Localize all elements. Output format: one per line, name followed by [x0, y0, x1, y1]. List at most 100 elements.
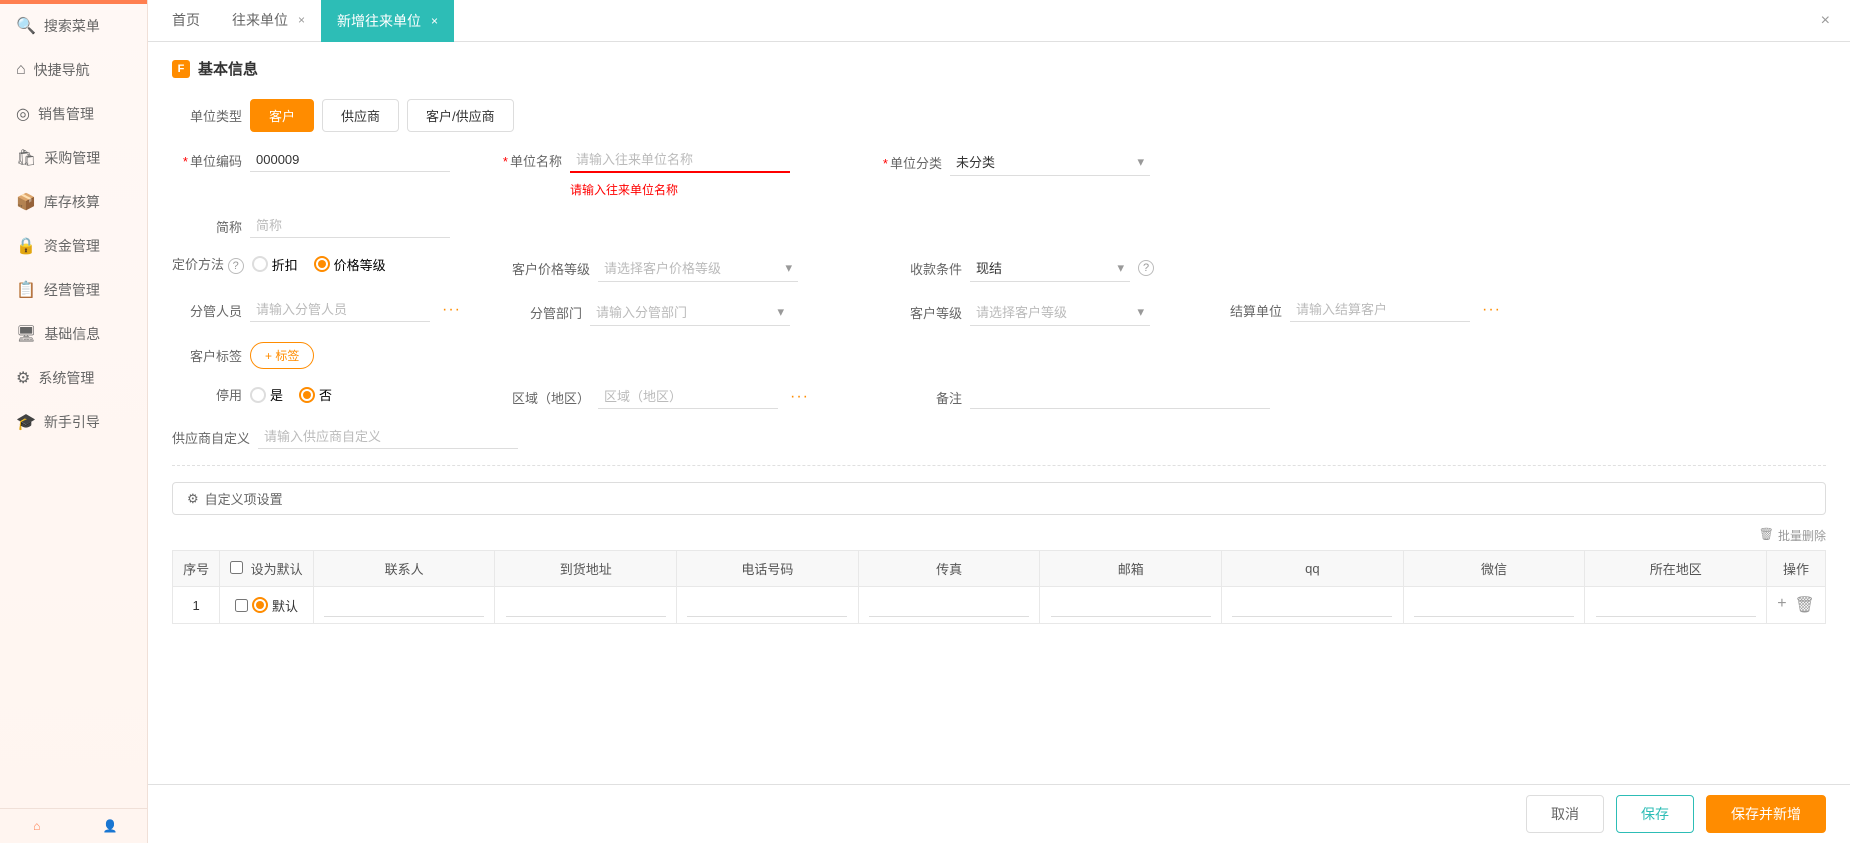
- sidebar-item-finance[interactable]: 🔒 资金管理: [0, 224, 147, 268]
- batch-delete-area: 🗑 批量删除: [172, 527, 1826, 544]
- qq-input[interactable]: [1232, 593, 1392, 617]
- sidebar-item-operations[interactable]: 📋 经营管理: [0, 268, 147, 312]
- tag-row: 客户标签 + 标签: [172, 342, 1826, 369]
- custom-settings-btn[interactable]: ⚙ 自定义项设置: [172, 482, 1826, 515]
- region-label: 区域（地区）: [512, 388, 590, 407]
- row-wechat: [1403, 587, 1585, 624]
- sidebar-item-purchase[interactable]: 🛍 采购管理: [0, 136, 147, 180]
- default-radio-circle: [252, 597, 268, 613]
- pricing-help-icon[interactable]: ?: [228, 258, 244, 274]
- type-btn-customer[interactable]: 客户: [250, 99, 314, 132]
- disabled-no-radio[interactable]: 否: [299, 385, 332, 404]
- supplier-custom-row: 供应商自定义: [172, 425, 1826, 449]
- sidebar-item-label: 新手引导: [44, 412, 100, 432]
- tab-new-partner[interactable]: 新增往来单位 ×: [321, 0, 454, 42]
- unit-name-input[interactable]: [570, 148, 790, 173]
- col-phone: 电话号码: [677, 551, 859, 587]
- tab-home[interactable]: 首页: [156, 0, 216, 42]
- remark-label: 备注: [892, 388, 962, 407]
- address-input[interactable]: [506, 593, 666, 617]
- tab-partners-close[interactable]: ×: [298, 13, 305, 27]
- manager-more-icon[interactable]: ···: [438, 301, 465, 319]
- sidebar-item-inventory[interactable]: 📦 库存核算: [0, 180, 147, 224]
- search-icon: 🔍: [16, 16, 36, 36]
- type-btn-supplier[interactable]: 供应商: [322, 99, 399, 132]
- manager-input[interactable]: [250, 298, 430, 322]
- tab-partners[interactable]: 往来单位 ×: [216, 0, 321, 42]
- batch-delete-label[interactable]: 批量删除: [1778, 527, 1826, 544]
- disabled-region-row: 停用 是 否 区域（地区） ··· 备注: [172, 385, 1826, 409]
- disabled-yes-radio[interactable]: 是: [250, 385, 283, 404]
- disabled-no-circle: [299, 387, 315, 403]
- sidebar-item-basic[interactable]: 🖥 基础信息: [0, 312, 147, 356]
- pricing-level-radio[interactable]: 价格等级: [314, 255, 386, 274]
- row-add-button[interactable]: +: [1777, 595, 1786, 615]
- row-checkbox[interactable]: [235, 599, 248, 612]
- region-input[interactable]: [598, 385, 778, 409]
- type-btn-both[interactable]: 客户/供应商: [407, 99, 514, 132]
- fax-input[interactable]: [869, 593, 1029, 617]
- sidebar-home-btn[interactable]: ⌂: [0, 809, 74, 843]
- customer-price-level-select[interactable]: 请选择客户价格等级 ▾: [598, 254, 798, 282]
- settlement-more-icon[interactable]: ···: [1478, 301, 1505, 319]
- email-input[interactable]: [1051, 593, 1211, 617]
- sidebar-item-quicknav[interactable]: ⌂ 快捷导航: [0, 48, 147, 92]
- tab-home-label: 首页: [172, 10, 200, 30]
- col-qq: qq: [1222, 551, 1404, 587]
- payment-terms-arrow-icon: ▾: [1117, 260, 1124, 276]
- phone-input[interactable]: [687, 593, 847, 617]
- pricing-discount-radio[interactable]: 折扣: [252, 255, 298, 274]
- row-action-buttons: + 🗑: [1777, 595, 1815, 615]
- unit-name-error: 请输入往来单位名称: [570, 183, 678, 197]
- system-icon: ⚙: [16, 368, 30, 388]
- payment-help-icon[interactable]: ?: [1138, 260, 1154, 276]
- wechat-input[interactable]: [1414, 593, 1574, 617]
- sidebar-item-search[interactable]: 🔍 搜索菜单: [0, 4, 147, 48]
- price-level-radio-circle: [314, 256, 330, 272]
- settlement-unit-input[interactable]: [1290, 298, 1470, 322]
- tab-new-partner-close[interactable]: ×: [431, 14, 438, 28]
- sidebar-item-system[interactable]: ⚙ 系统管理: [0, 356, 147, 400]
- col-default: 设为默认: [220, 551, 314, 587]
- region-more-icon[interactable]: ···: [786, 388, 813, 406]
- short-name-input[interactable]: [250, 214, 450, 238]
- row-delete-button[interactable]: 🗑: [1795, 595, 1815, 615]
- row-fax: [858, 587, 1040, 624]
- unit-category-group: *单位分类 未分类 ▾: [872, 148, 1826, 176]
- newbie-icon: 🎓: [16, 412, 36, 432]
- sidebar-user-btn[interactable]: 👤: [74, 809, 148, 843]
- save-new-button[interactable]: 保存并新增: [1706, 795, 1826, 833]
- sidebar-item-newbie[interactable]: 🎓 新手引导: [0, 400, 147, 444]
- remark-input[interactable]: [970, 385, 1270, 409]
- select-all-checkbox[interactable]: [230, 561, 243, 574]
- cancel-button[interactable]: 取消: [1526, 795, 1604, 833]
- sidebar-item-label: 资金管理: [44, 236, 100, 256]
- close-all-tabs[interactable]: ×: [1809, 12, 1842, 30]
- sidebar-item-label: 库存核算: [44, 192, 100, 212]
- customer-level-select[interactable]: 请选择客户等级 ▾: [970, 298, 1150, 326]
- row-default-radio[interactable]: 默认: [252, 596, 298, 615]
- sidebar-item-sales[interactable]: ◎ 销售管理: [0, 92, 147, 136]
- unit-category-select[interactable]: 未分类 ▾: [950, 148, 1150, 176]
- sidebar-bottom: ⌂ 👤: [0, 808, 147, 843]
- payment-terms-select[interactable]: 现结 ▾: [970, 254, 1130, 282]
- unit-name-label: *单位名称: [492, 151, 562, 170]
- disabled-group: 停用 是 否: [172, 385, 512, 404]
- save-button[interactable]: 保存: [1616, 795, 1694, 833]
- disabled-yes-label: 是: [270, 385, 283, 404]
- purchase-icon: 🛍: [16, 148, 36, 168]
- customer-level-arrow-icon: ▾: [1137, 304, 1144, 320]
- row-index: 1: [173, 587, 220, 624]
- unit-type-row: 单位类型 客户 供应商 客户/供应商: [172, 99, 1826, 132]
- unit-code-input[interactable]: [250, 148, 450, 172]
- short-name-label: 简称: [172, 217, 242, 236]
- pricing-row: 定价方法 ? 折扣 价格等级 客户价格等级 请选择客户价: [172, 254, 1826, 282]
- contact-input[interactable]: [324, 593, 484, 617]
- department-select[interactable]: 请输入分管部门 ▾: [590, 298, 790, 326]
- row-region-input[interactable]: [1596, 593, 1756, 617]
- add-tag-button[interactable]: + 标签: [250, 342, 314, 369]
- supplier-custom-input[interactable]: [258, 425, 518, 449]
- code-name-category-row: *单位编码 *单位名称 请输入往来单位名称 *单位分类: [172, 148, 1826, 198]
- section-title-icon: F: [172, 60, 190, 78]
- pricing-method-group: 定价方法 ? 折扣 价格等级: [172, 254, 512, 274]
